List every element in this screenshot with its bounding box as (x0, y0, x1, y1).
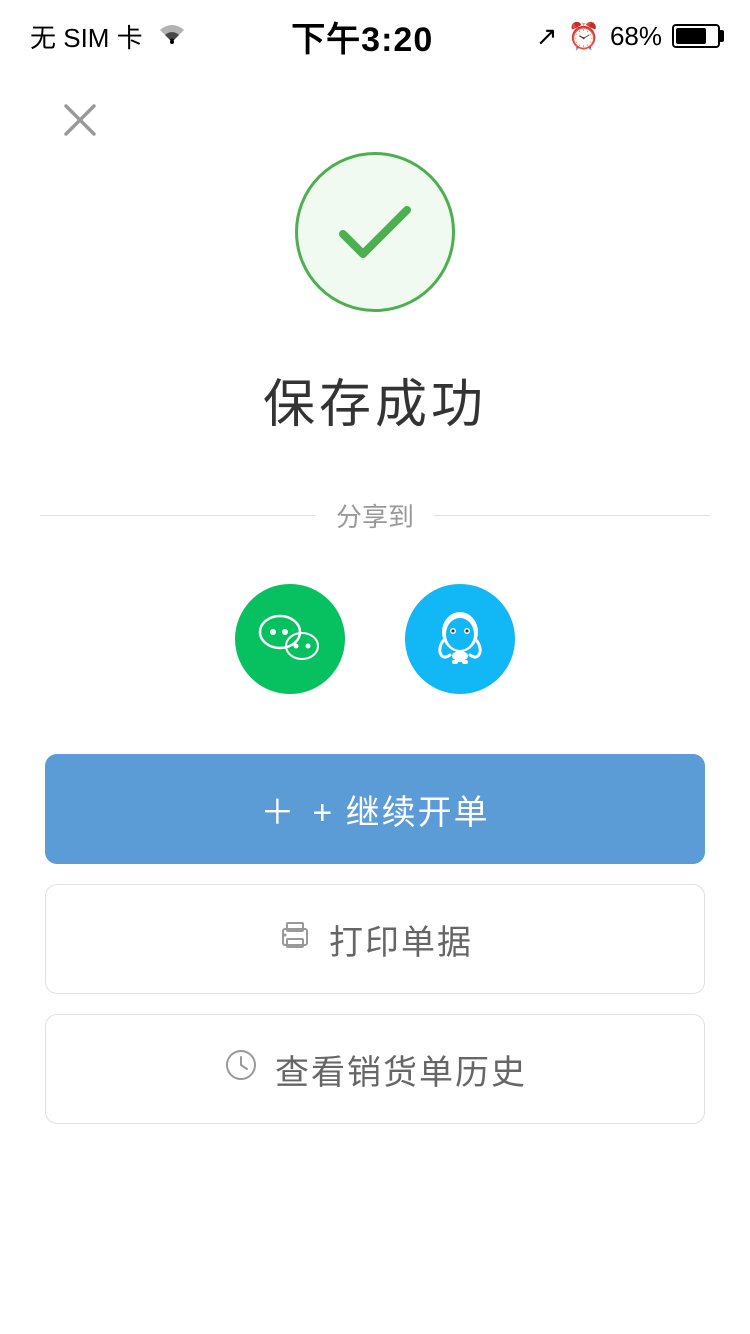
main-content: 保存成功 分享到 (0, 72, 750, 1124)
continue-button[interactable]: ＋ + 继续开单 (45, 754, 705, 864)
qq-icon (430, 604, 490, 674)
success-circle (295, 152, 455, 312)
wechat-icon (258, 612, 322, 666)
action-buttons: ＋ + 继续开单 打印单据 查看销货单历 (45, 754, 705, 1124)
print-label: 打印单据 (329, 915, 473, 964)
divider-left (40, 515, 316, 516)
history-button[interactable]: 查看销货单历史 (45, 1014, 705, 1124)
plus-icon: ＋ (260, 785, 296, 834)
print-button[interactable]: 打印单据 (45, 884, 705, 994)
history-label: 查看销货单历史 (275, 1045, 527, 1094)
share-label: 分享到 (336, 497, 414, 534)
success-title: 保存成功 (263, 362, 487, 437)
wechat-share-button[interactable] (235, 584, 345, 694)
status-time: 下午3:20 (291, 12, 433, 61)
share-icons (40, 584, 710, 694)
close-button[interactable] (50, 90, 110, 150)
printer-icon (277, 917, 313, 962)
share-divider: 分享到 (40, 497, 710, 534)
status-bar: 无 SIM 卡 下午3:20 ↗ ⏰ 68% (0, 0, 750, 72)
checkmark-icon (335, 202, 415, 262)
continue-label: + 继续开单 (312, 785, 489, 834)
no-sim-label: 无 SIM 卡 (30, 18, 143, 55)
share-section: 分享到 (0, 497, 750, 694)
location-icon: ↗ (536, 21, 558, 52)
history-icon (223, 1047, 259, 1092)
wifi-icon (155, 20, 189, 53)
close-icon (62, 102, 98, 138)
battery-percent: 68% (610, 21, 662, 52)
qq-share-button[interactable] (405, 584, 515, 694)
battery-icon (672, 24, 720, 48)
status-left: 无 SIM 卡 (30, 18, 189, 55)
status-right: ↗ ⏰ 68% (536, 21, 720, 52)
alarm-icon: ⏰ (568, 21, 600, 52)
divider-right (434, 515, 710, 516)
